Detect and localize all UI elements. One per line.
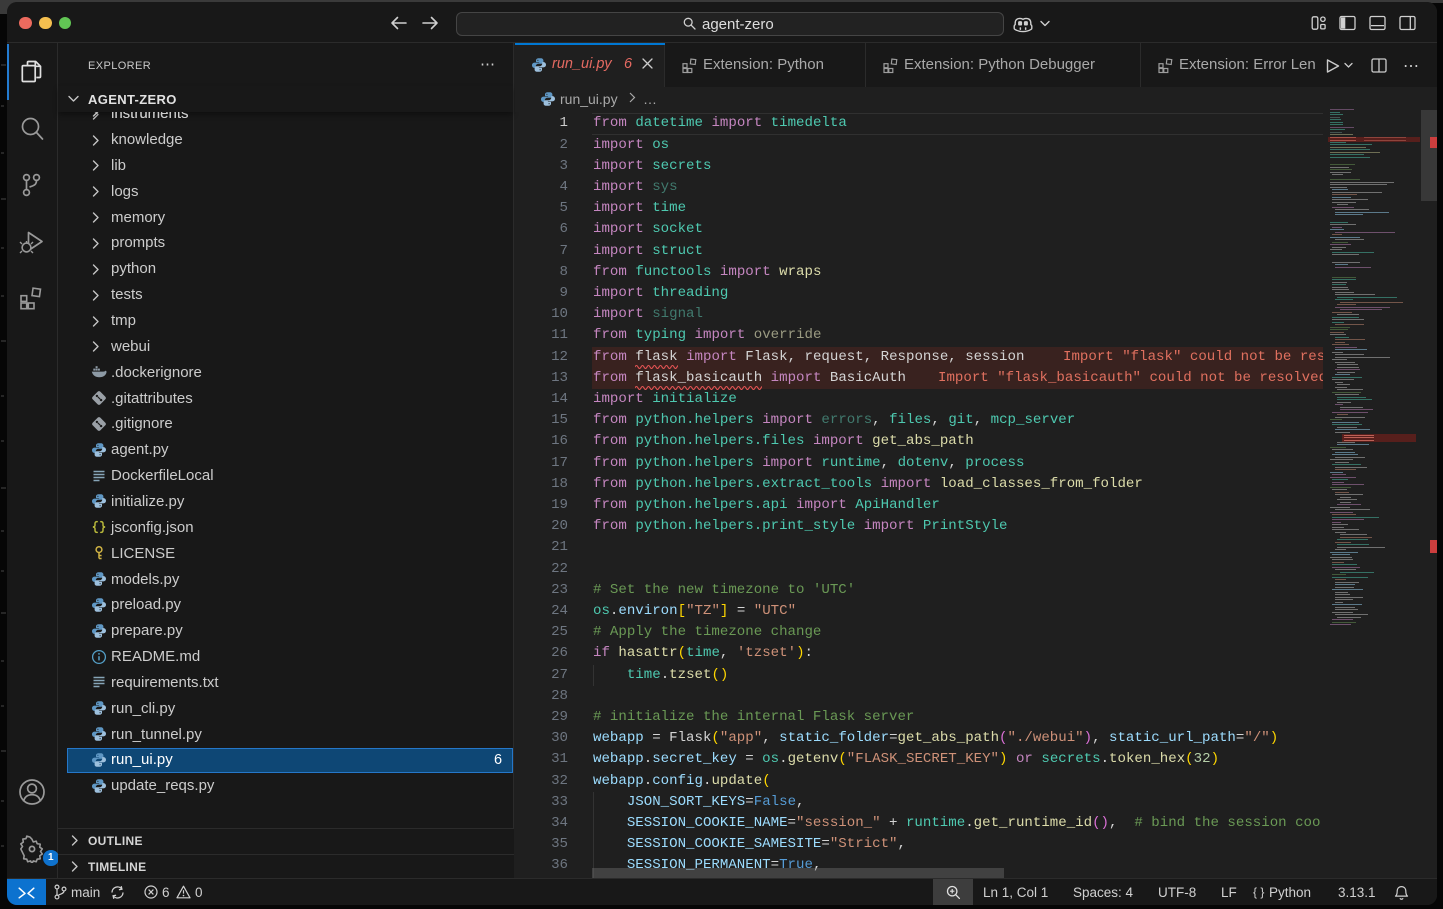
svg-text:{ }: { } <box>1253 885 1264 899</box>
